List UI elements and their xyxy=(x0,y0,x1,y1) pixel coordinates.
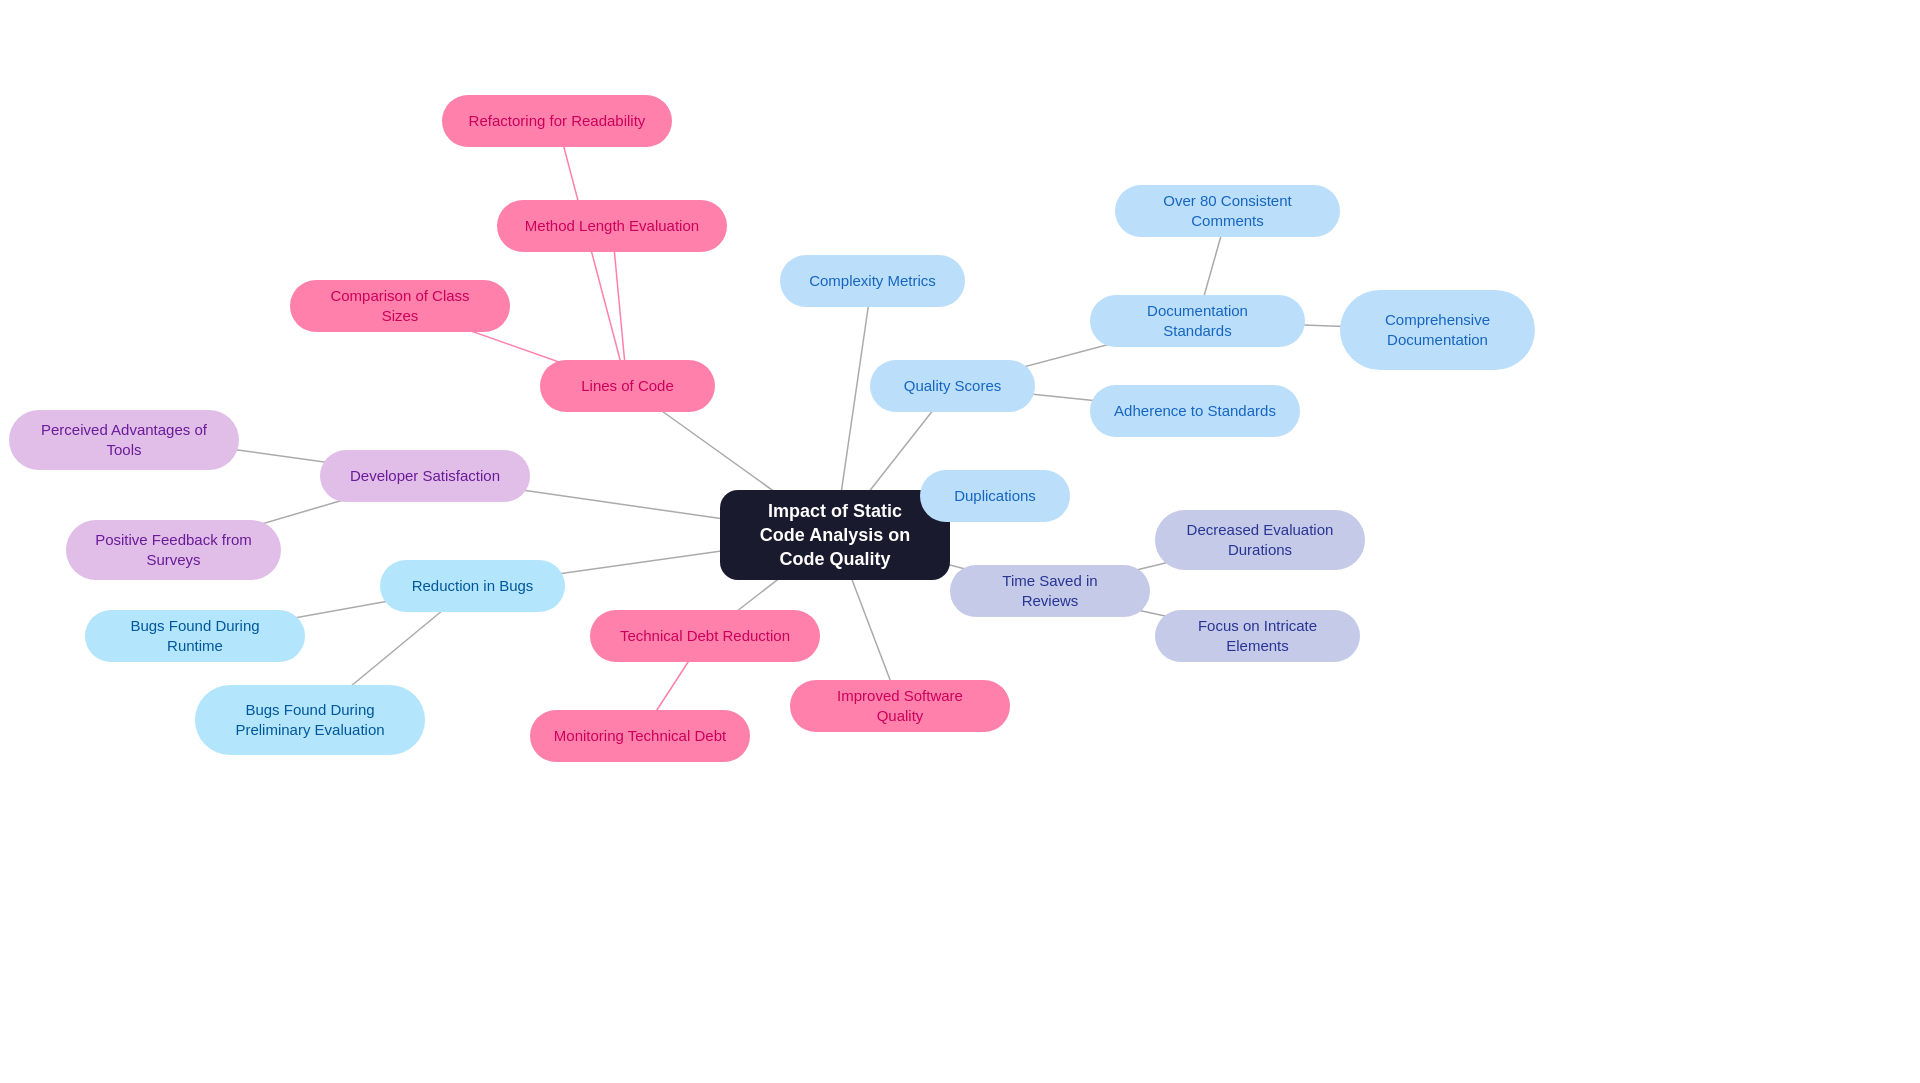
improved-software-node: Improved Software Quality xyxy=(790,680,1010,732)
perceived-advantages-node: Perceived Advantages of Tools xyxy=(9,410,239,470)
refactoring-node: Refactoring for Readability xyxy=(442,95,672,147)
focus-intricate-node: Focus on Intricate Elements xyxy=(1155,610,1360,662)
svg-line-9 xyxy=(557,121,627,386)
reduction-bugs-node: Reduction in Bugs xyxy=(380,560,565,612)
center-node: Impact of Static Code Analysis on Code Q… xyxy=(720,490,950,580)
decreased-duration-node: Decreased Evaluation Durations xyxy=(1155,510,1365,570)
positive-feedback-node: Positive Feedback from Surveys xyxy=(66,520,281,580)
adherence-standards-node: Adherence to Standards xyxy=(1090,385,1300,437)
bugs-runtime-node: Bugs Found During Runtime xyxy=(85,610,305,662)
tech-debt-reduction-node: Technical Debt Reduction xyxy=(590,610,820,662)
over80-comments-node: Over 80 Consistent Comments xyxy=(1115,185,1340,237)
monitoring-debt-node: Monitoring Technical Debt xyxy=(530,710,750,762)
doc-standards-node: Documentation Standards xyxy=(1090,295,1305,347)
complexity-metrics-node: Complexity Metrics xyxy=(780,255,965,307)
duplications-node: Duplications xyxy=(920,470,1070,522)
dev-satisfaction-node: Developer Satisfaction xyxy=(320,450,530,502)
quality-scores-node: Quality Scores xyxy=(870,360,1035,412)
method-length-node: Method Length Evaluation xyxy=(497,200,727,252)
class-size-node: Comparison of Class Sizes xyxy=(290,280,510,332)
comprehensive-doc-node: Comprehensive Documentation xyxy=(1340,290,1535,370)
lines-of-code-node: Lines of Code xyxy=(540,360,715,412)
time-saved-node: Time Saved in Reviews xyxy=(950,565,1150,617)
bugs-prelim-node: Bugs Found During Preliminary Evaluation xyxy=(195,685,425,755)
